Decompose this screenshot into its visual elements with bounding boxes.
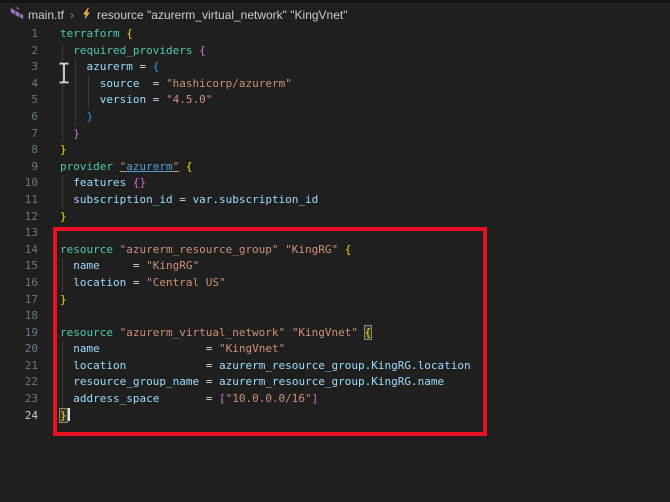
code-line[interactable]: version = "4.5.0" [60,92,471,109]
vscode-editor-window: main.tf › resource "azurerm_virtual_netw… [0,0,670,502]
line-number[interactable]: 7 [0,126,38,143]
line-number[interactable]: 19 [0,325,38,342]
code-token: {} [132,176,147,190]
code-token: } [73,126,80,140]
code-token: version [99,93,147,107]
line-number[interactable]: 23 [0,391,38,408]
code-token: } [60,209,67,223]
code-token: subscription_id [73,192,173,206]
code-line[interactable]: } [60,209,471,226]
code-line[interactable]: provider "azurerm" { [60,159,471,176]
mouse-ibeam-cursor [57,61,71,89]
line-number[interactable]: 3 [0,59,38,76]
code-token: = [172,192,193,206]
code-token: { [199,43,206,57]
code-token: "hashicorp/azurerm" [166,76,292,90]
code-line[interactable]: } [60,109,471,126]
line-number[interactable]: 12 [0,209,38,226]
code-token: = [139,76,166,90]
code-line[interactable]: azurerm = { [60,59,471,76]
line-number[interactable]: 18 [0,308,38,325]
code-token: } [60,143,67,157]
code-token: = [146,93,166,107]
line-number[interactable]: 9 [0,159,38,176]
code-line[interactable]: terraform { [60,26,471,43]
breadcrumb-symbol[interactable]: resource "azurerm_virtual_network" "King… [80,7,348,23]
code-token: { [126,27,133,40]
annotation-rectangle [53,227,487,436]
line-number[interactable]: 22 [0,374,38,391]
terraform-file-icon [10,6,24,23]
code-token: source [99,76,140,90]
code-token: } [86,109,94,123]
code-token: { [185,159,193,173]
line-number[interactable]: 24 [0,408,38,425]
line-number[interactable]: 17 [0,292,38,309]
code-token: "4.5.0" [165,93,213,107]
code-token: = [132,60,153,74]
code-token: azurerm [126,159,173,173]
indent-guide [88,75,90,109]
chevron-right-icon: › [70,7,75,22]
code-line[interactable]: subscription_id = var.subscription_id [60,192,471,209]
breadcrumb-symbol-label: resource "azurerm_virtual_network" "King… [97,7,348,22]
code-line[interactable]: required_providers { [60,43,471,60]
code-token: terraform [60,27,120,40]
code-line[interactable]: source = "hashicorp/azurerm" [60,76,471,93]
code-token: { [152,60,160,74]
breadcrumb-file-label: main.tf [28,7,65,22]
line-number[interactable]: 20 [0,341,38,358]
code-line[interactable]: features {} [60,175,471,192]
line-number[interactable]: 2 [0,43,38,60]
indent-guide [75,59,77,126]
gutter[interactable]: 1 2 3 4 5 6 7 8 9 10 11 12 13 14 15 16 17 18 19 20 21 22 23 24 [0,26,38,424]
indent-guide [62,42,63,143]
line-number[interactable]: 1 [0,26,38,43]
code-token: required_providers [73,43,193,57]
line-number[interactable]: 21 [0,358,38,375]
breadcrumb-file[interactable]: main.tf [10,6,64,23]
line-number[interactable]: 6 [0,109,38,126]
code-token: features [73,176,127,190]
line-number[interactable]: 14 [0,242,38,259]
line-number[interactable]: 13 [0,225,38,242]
line-number[interactable]: 11 [0,192,38,209]
line-number[interactable]: 4 [0,76,38,93]
code-line[interactable]: } [60,142,471,159]
code-line[interactable]: } [60,126,471,143]
code-token: var.subscription_id [192,192,319,206]
code-token: azurerm [86,60,133,74]
breadcrumb: main.tf › resource "azurerm_virtual_netw… [0,3,670,26]
line-number[interactable]: 5 [0,92,38,109]
indent-guide [62,175,63,209]
line-number[interactable]: 15 [0,258,38,275]
line-number[interactable]: 10 [0,175,38,192]
line-number[interactable]: 8 [0,142,38,159]
line-number[interactable]: 16 [0,275,38,292]
code-token: provider [60,159,113,173]
symbol-event-icon [80,7,93,23]
